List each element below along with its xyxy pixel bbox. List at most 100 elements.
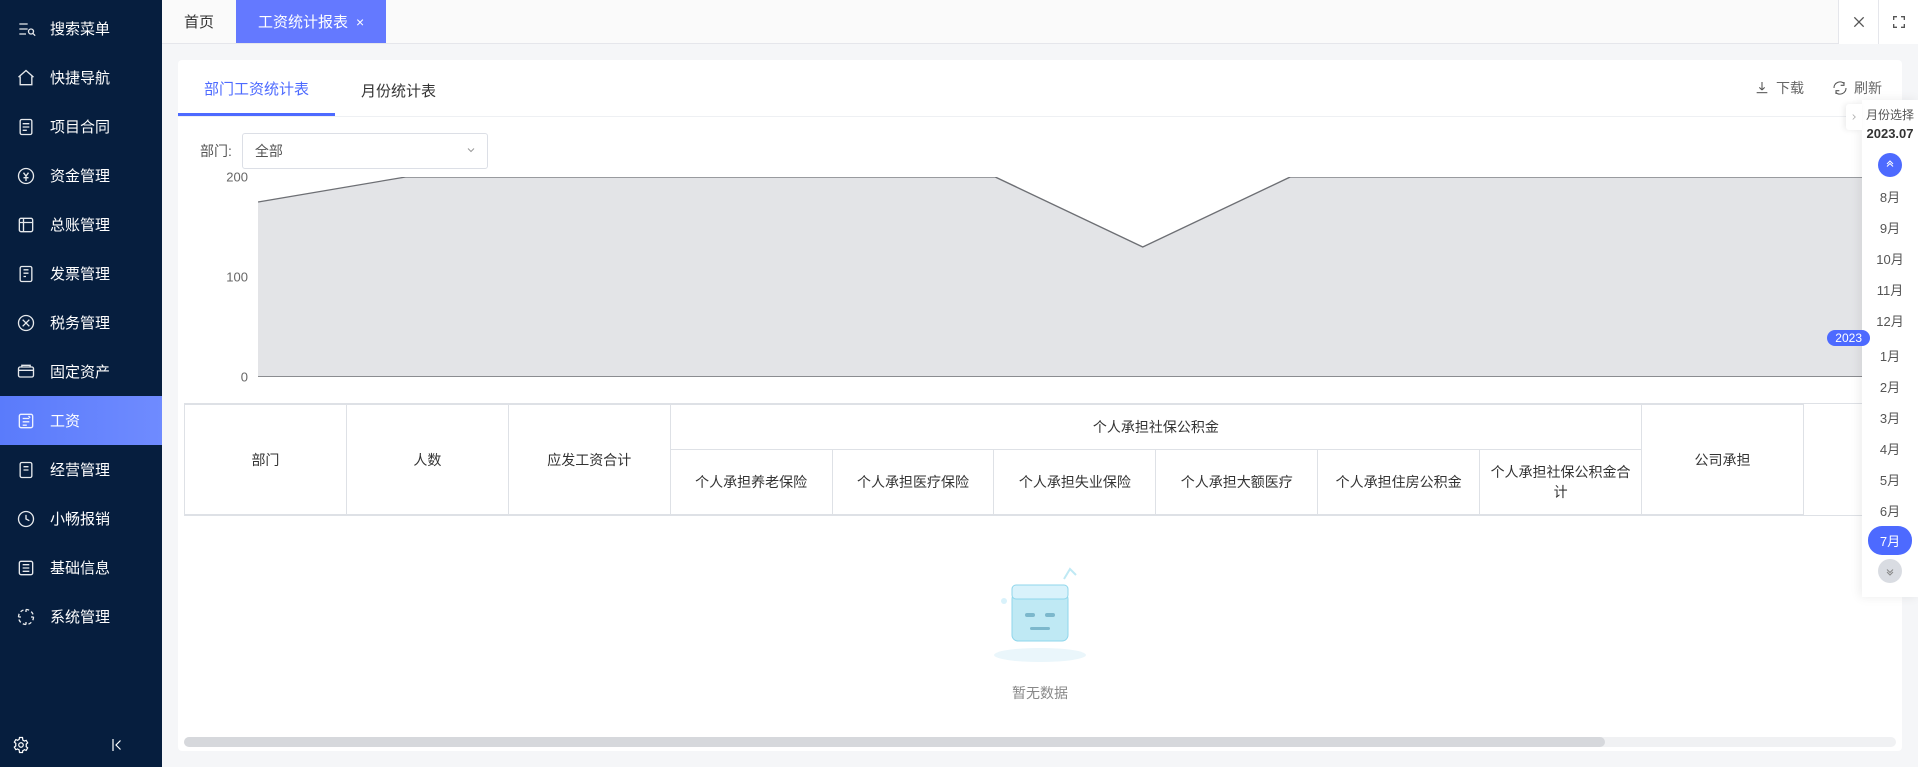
content-card: 部门工资统计表月份统计表 下载 刷新 部门: 全部 — [178, 60, 1902, 751]
month-scroll-up-button[interactable] — [1878, 153, 1902, 177]
col-header: 公司承担 — [1642, 405, 1804, 515]
month-option[interactable]: 8月 — [1862, 181, 1918, 212]
search-list-icon — [16, 19, 36, 39]
collapse-sidebar-icon[interactable] — [110, 736, 128, 757]
gear-icon[interactable] — [12, 736, 30, 757]
inner-tab-0[interactable]: 部门工资统计表 — [178, 60, 335, 116]
filter-row: 部门: 全部 — [178, 117, 1902, 177]
sidebar-item-7[interactable]: 固定资产 — [0, 347, 162, 396]
salary-table: 部门人数应发工资合计个人承担社保公积金公司承担个人承担养老保险个人承担医疗保险个… — [184, 404, 1804, 515]
salary-chart: 0100200 — [200, 177, 1880, 377]
empty-text: 暂无数据 — [1012, 683, 1068, 703]
money-icon — [16, 166, 36, 186]
chart-area: 0100200 — [178, 177, 1902, 387]
month-option[interactable]: 6月 — [1862, 495, 1918, 526]
page-tab-label: 工资统计报表 — [258, 11, 348, 32]
col-subheader: 个人承担医疗保险 — [832, 450, 994, 515]
head-actions: 下载 刷新 — [1754, 78, 1882, 98]
sidebar-item-label: 总账管理 — [50, 214, 110, 235]
contract-icon — [16, 117, 36, 137]
chevron-down-icon — [465, 143, 477, 159]
sidebar-item-label: 小畅报销 — [50, 508, 110, 529]
sidebar-item-label: 项目合同 — [50, 116, 110, 137]
sidebar-item-8[interactable]: 工资 — [0, 396, 162, 445]
sidebar-item-9[interactable]: 经营管理 — [0, 445, 162, 494]
page-tab-1[interactable]: 工资统计报表 × — [236, 0, 386, 43]
download-button[interactable]: 下载 — [1754, 78, 1804, 98]
home-icon — [16, 68, 36, 88]
month-option[interactable]: 12月 — [1862, 305, 1918, 336]
col-group-header: 个人承担社保公积金 — [670, 405, 1641, 450]
sidebar-item-label: 基础信息 — [50, 557, 110, 578]
sidebar-item-3[interactable]: 资金管理 — [0, 151, 162, 200]
month-list: 8月9月10月11月12月20231月2月3月4月5月6月7月 — [1862, 181, 1918, 555]
ledger-icon — [16, 215, 36, 235]
month-option[interactable]: 10月 — [1862, 243, 1918, 274]
salary-icon — [16, 411, 36, 431]
col-subheader: 个人承担失业保险 — [994, 450, 1156, 515]
month-option[interactable]: 4月 — [1862, 433, 1918, 464]
asset-icon — [16, 362, 36, 382]
sidebar-item-label: 工资 — [50, 410, 80, 431]
col-header: 人数 — [346, 405, 508, 515]
refresh-label: 刷新 — [1854, 78, 1882, 98]
col-subheader: 个人承担大额医疗 — [1156, 450, 1318, 515]
chart-ytick: 100 — [226, 270, 248, 285]
sidebar-item-6[interactable]: 税务管理 — [0, 298, 162, 347]
empty-illustration-icon — [980, 555, 1100, 665]
fullscreen-button[interactable] — [1878, 0, 1918, 44]
sidebar-item-label: 固定资产 — [50, 361, 110, 382]
col-subheader: 个人承担住房公积金 — [1318, 450, 1480, 515]
page-tab-label: 首页 — [184, 11, 214, 32]
month-option[interactable]: 7月 — [1868, 526, 1912, 555]
info-icon — [16, 558, 36, 578]
month-option[interactable]: 5月 — [1862, 464, 1918, 495]
month-select-panel: 月份选择 2023.07 8月9月10月11月12月20231月2月3月4月5月… — [1862, 100, 1918, 597]
horizontal-scrollbar[interactable] — [184, 737, 1896, 747]
invoice-icon — [16, 264, 36, 284]
month-scroll-down-button[interactable] — [1878, 559, 1902, 583]
sidebar-item-4[interactable]: 总账管理 — [0, 200, 162, 249]
content-head: 部门工资统计表月份统计表 下载 刷新 — [178, 60, 1902, 117]
month-option[interactable]: 1月 — [1862, 340, 1918, 371]
sidebar-item-11[interactable]: 基础信息 — [0, 543, 162, 592]
dept-select[interactable]: 全部 — [242, 133, 488, 169]
month-panel-toggle[interactable] — [1846, 104, 1862, 130]
table-wrap: 部门人数应发工资合计个人承担社保公积金公司承担个人承担养老保险个人承担医疗保险个… — [184, 403, 1896, 516]
month-option[interactable]: 2月 — [1862, 371, 1918, 402]
refresh-button[interactable]: 刷新 — [1832, 78, 1882, 98]
sidebar-item-label: 搜索菜单 — [50, 18, 110, 39]
sidebar-item-label: 快捷导航 — [50, 67, 110, 88]
sidebar-nav: 搜索菜单快捷导航项目合同资金管理总账管理发票管理税务管理固定资产工资经营管理小畅… — [0, 0, 162, 641]
expense-icon — [16, 509, 36, 529]
col-subheader: 个人承担养老保险 — [670, 450, 832, 515]
sidebar-item-5[interactable]: 发票管理 — [0, 249, 162, 298]
page-tab-0[interactable]: 首页 — [162, 0, 236, 43]
sidebar-item-10[interactable]: 小畅报销 — [0, 494, 162, 543]
sidebar-bottom — [0, 726, 162, 767]
month-option[interactable]: 3月 — [1862, 402, 1918, 433]
sidebar-item-12[interactable]: 系统管理 — [0, 592, 162, 641]
download-label: 下载 — [1776, 78, 1804, 98]
close-icon[interactable]: × — [356, 14, 364, 30]
inner-tab-1[interactable]: 月份统计表 — [335, 62, 462, 115]
page-tabbar: 首页 工资统计报表 × — [162, 0, 1918, 44]
sidebar-item-0[interactable]: 搜索菜单 — [0, 4, 162, 53]
month-panel-current: 2023.07 — [1867, 126, 1914, 141]
tabbar-right-controls — [1838, 0, 1918, 43]
month-option[interactable]: 11月 — [1862, 274, 1918, 305]
chart-ytick: 0 — [241, 370, 248, 385]
inner-tabs: 部门工资统计表月份统计表 — [178, 60, 462, 116]
sidebar-item-label: 资金管理 — [50, 165, 110, 186]
close-all-tabs-button[interactable] — [1838, 0, 1878, 44]
sidebar-item-label: 经营管理 — [50, 459, 110, 480]
sidebar-item-1[interactable]: 快捷导航 — [0, 53, 162, 102]
dept-select-value: 全部 — [255, 141, 283, 161]
col-subheader: 个人承担社保公积金合计 — [1480, 450, 1642, 515]
scrollbar-thumb[interactable] — [184, 737, 1605, 747]
sidebar: 搜索菜单快捷导航项目合同资金管理总账管理发票管理税务管理固定资产工资经营管理小畅… — [0, 0, 162, 767]
sidebar-item-2[interactable]: 项目合同 — [0, 102, 162, 151]
operation-icon — [16, 460, 36, 480]
chart-ytick: 200 — [226, 170, 248, 185]
month-option[interactable]: 9月 — [1862, 212, 1918, 243]
